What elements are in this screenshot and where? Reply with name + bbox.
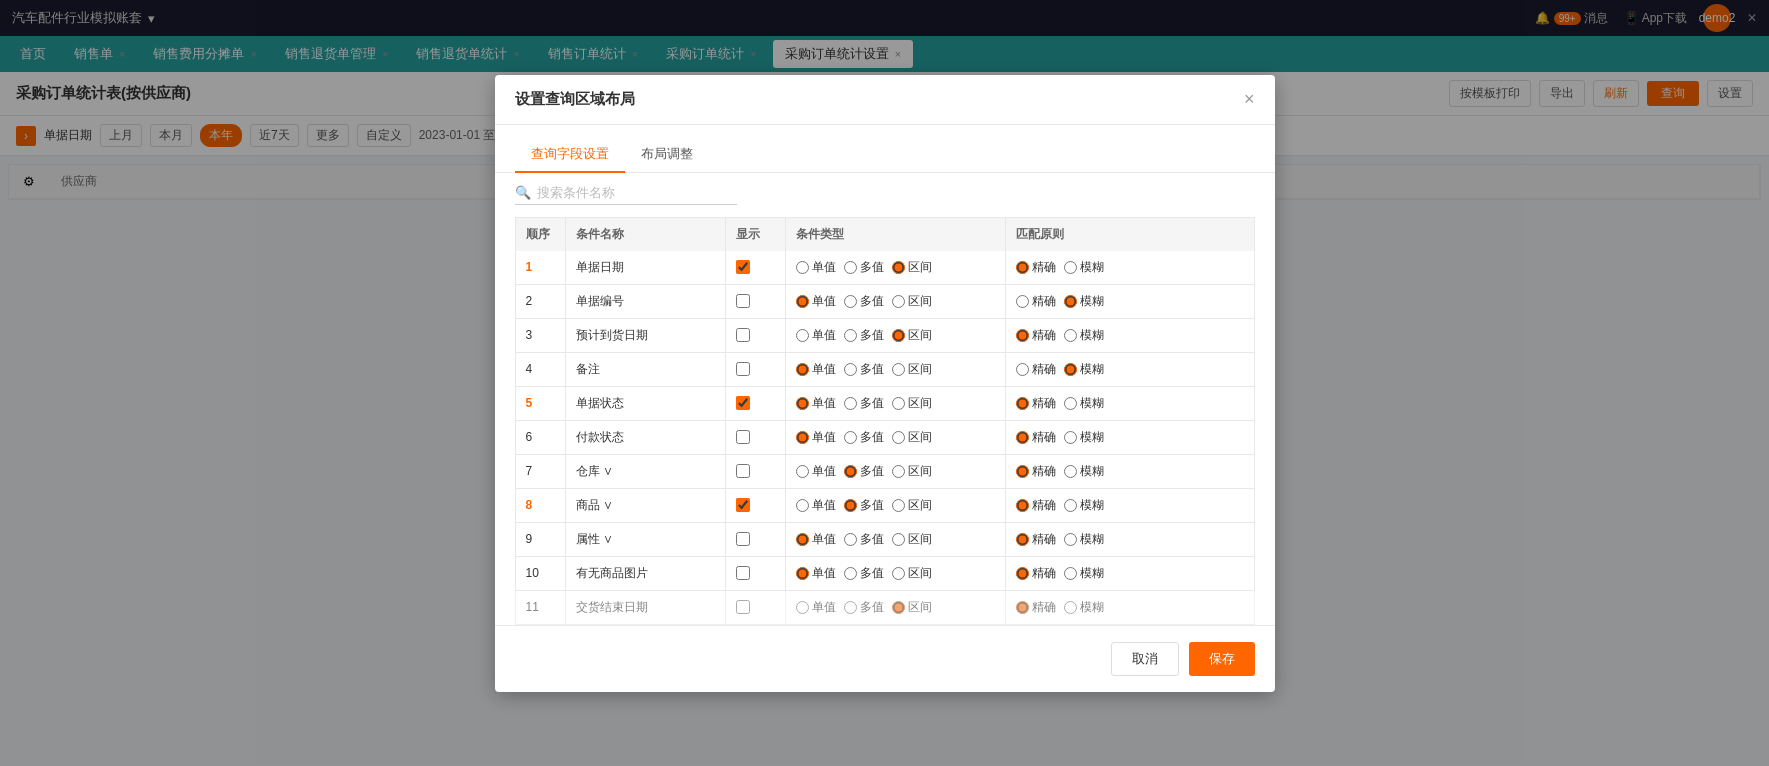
dialog-search: 🔍 bbox=[495, 173, 1275, 209]
dialog-title: 设置查询区域布局 bbox=[515, 90, 635, 109]
search-input[interactable] bbox=[537, 185, 737, 200]
dialog-overlay: 设置查询区域布局 × 查询字段设置 布局调整 🔍 顺序 条件名称 显示 条件类型… bbox=[0, 0, 1769, 208]
tab-query-fields[interactable]: 查询字段设置 bbox=[515, 137, 625, 173]
dialog-close-button[interactable]: × bbox=[1244, 89, 1255, 110]
search-icon: 🔍 bbox=[515, 185, 531, 200]
search-input-wrap: 🔍 bbox=[515, 185, 737, 205]
dialog-header: 设置查询区域布局 × bbox=[495, 75, 1275, 125]
settings-dialog: 设置查询区域布局 × 查询字段设置 布局调整 🔍 顺序 条件名称 显示 条件类型… bbox=[495, 75, 1275, 209]
tab-layout[interactable]: 布局调整 bbox=[625, 137, 709, 173]
dialog-tabs: 查询字段设置 布局调整 bbox=[495, 125, 1275, 173]
